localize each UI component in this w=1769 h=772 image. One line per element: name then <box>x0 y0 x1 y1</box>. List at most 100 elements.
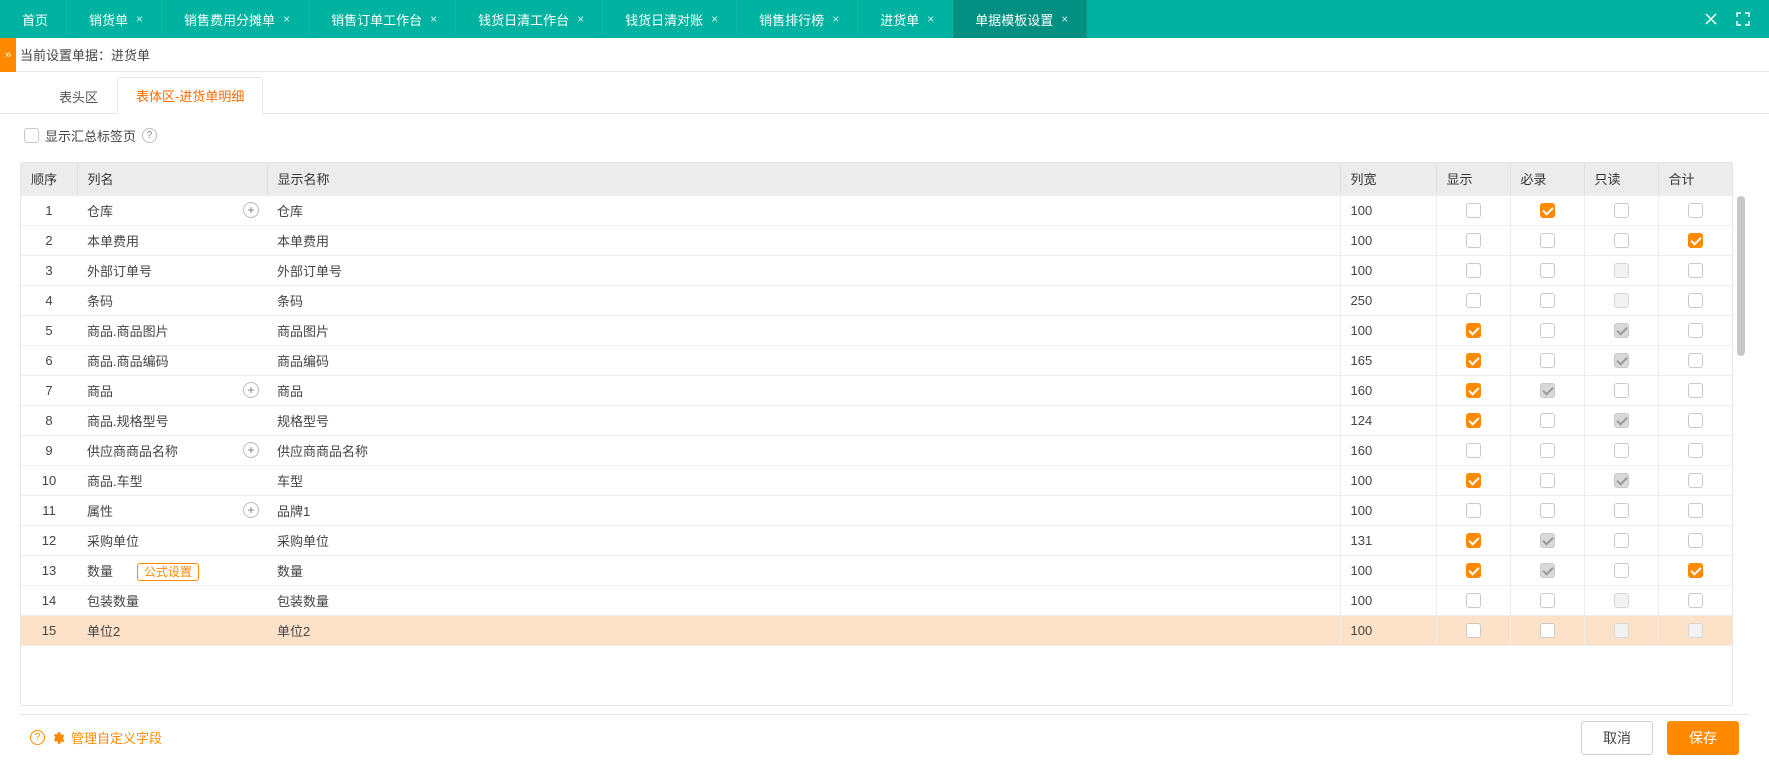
table-row[interactable]: 10商品.车型车型100 <box>21 465 1732 495</box>
checkbox[interactable] <box>1540 443 1555 458</box>
checkbox[interactable] <box>1466 473 1481 488</box>
cell-width[interactable]: 160 <box>1340 435 1436 465</box>
cell-display[interactable]: 商品编码 <box>267 345 1340 375</box>
table-row[interactable]: 7商品+商品160 <box>21 375 1732 405</box>
checkbox[interactable] <box>1466 563 1481 578</box>
table-row[interactable]: 14包装数量包装数量100 <box>21 585 1732 615</box>
help-icon[interactable]: ? <box>142 128 157 143</box>
top-tab-5[interactable]: 钱货日清对账× <box>603 0 737 38</box>
checkbox[interactable] <box>1688 443 1703 458</box>
table-row[interactable]: 3外部订单号外部订单号100 <box>21 255 1732 285</box>
close-all-icon[interactable] <box>1695 0 1727 38</box>
checkbox[interactable] <box>1466 353 1481 368</box>
cell-width[interactable]: 100 <box>1340 195 1436 225</box>
top-tab-4[interactable]: 钱货日清工作台× <box>456 0 603 38</box>
cell-width[interactable]: 250 <box>1340 285 1436 315</box>
checkbox[interactable] <box>1466 203 1481 218</box>
sub-tab-0[interactable]: 表头区 <box>40 78 117 114</box>
top-tab-6[interactable]: 销售排行榜× <box>737 0 858 38</box>
add-icon[interactable]: + <box>243 502 259 518</box>
table-row[interactable]: 2本单费用本单费用100 <box>21 225 1732 255</box>
close-icon[interactable]: × <box>927 12 934 26</box>
checkbox[interactable] <box>1688 263 1703 278</box>
checkbox[interactable] <box>1466 503 1481 518</box>
checkbox[interactable] <box>1688 203 1703 218</box>
checkbox[interactable] <box>1614 233 1629 248</box>
close-icon[interactable]: × <box>283 12 290 26</box>
checkbox[interactable] <box>1466 413 1481 428</box>
table-row[interactable]: 4条码条码250 <box>21 285 1732 315</box>
add-icon[interactable]: + <box>243 382 259 398</box>
cell-width[interactable]: 100 <box>1340 255 1436 285</box>
formula-button[interactable]: 公式设置 <box>137 563 199 581</box>
footer-help-icon[interactable]: ? <box>30 730 45 745</box>
cell-display[interactable]: 供应商商品名称 <box>267 435 1340 465</box>
table-row[interactable]: 6商品.商品编码商品编码165 <box>21 345 1732 375</box>
cell-width[interactable]: 100 <box>1340 225 1436 255</box>
checkbox[interactable] <box>1614 443 1629 458</box>
table-row[interactable]: 1仓库+仓库100 <box>21 195 1732 225</box>
cell-width[interactable]: 165 <box>1340 345 1436 375</box>
checkbox[interactable] <box>1466 533 1481 548</box>
checkbox[interactable] <box>1688 233 1703 248</box>
table-row[interactable]: 15单位2单位2100 <box>21 615 1732 645</box>
cell-width[interactable]: 100 <box>1340 555 1436 585</box>
checkbox[interactable] <box>1540 203 1555 218</box>
table-row[interactable]: 12采购单位采购单位131 <box>21 525 1732 555</box>
checkbox[interactable] <box>1688 413 1703 428</box>
table-row[interactable]: 11属性+品牌1100 <box>21 495 1732 525</box>
checkbox[interactable] <box>1688 503 1703 518</box>
checkbox[interactable] <box>1540 623 1555 638</box>
checkbox[interactable] <box>1466 263 1481 278</box>
checkbox[interactable] <box>1614 563 1629 578</box>
checkbox[interactable] <box>1466 623 1481 638</box>
checkbox[interactable] <box>1614 533 1629 548</box>
cell-display[interactable]: 规格型号 <box>267 405 1340 435</box>
top-tab-2[interactable]: 销售费用分摊单× <box>162 0 309 38</box>
top-tab-1[interactable]: 销货单× <box>67 0 162 38</box>
close-icon[interactable]: × <box>430 12 437 26</box>
close-icon[interactable]: × <box>832 12 839 26</box>
cancel-button[interactable]: 取消 <box>1581 721 1653 755</box>
close-icon[interactable]: × <box>136 12 143 26</box>
breadcrumb-toggle[interactable]: » <box>0 38 16 72</box>
top-tab-3[interactable]: 销售订单工作台× <box>309 0 456 38</box>
add-icon[interactable]: + <box>243 202 259 218</box>
checkbox[interactable] <box>1540 293 1555 308</box>
checkbox[interactable] <box>1540 323 1555 338</box>
table-row[interactable]: 9供应商商品名称+供应商商品名称160 <box>21 435 1732 465</box>
checkbox[interactable] <box>1614 203 1629 218</box>
checkbox[interactable] <box>1614 503 1629 518</box>
checkbox[interactable] <box>1688 593 1703 608</box>
top-tab-8[interactable]: 单据模板设置× <box>953 0 1087 38</box>
checkbox[interactable] <box>1688 563 1703 578</box>
cell-display[interactable]: 本单费用 <box>267 225 1340 255</box>
cell-display[interactable]: 采购单位 <box>267 525 1340 555</box>
top-tab-7[interactable]: 进货单× <box>858 0 953 38</box>
cell-width[interactable]: 100 <box>1340 465 1436 495</box>
checkbox[interactable] <box>1688 293 1703 308</box>
cell-display[interactable]: 仓库 <box>267 195 1340 225</box>
checkbox[interactable] <box>1540 473 1555 488</box>
fullscreen-icon[interactable] <box>1727 0 1759 38</box>
cell-width[interactable]: 100 <box>1340 585 1436 615</box>
cell-display[interactable]: 品牌1 <box>267 495 1340 525</box>
top-tab-0[interactable]: 首页 <box>0 0 67 38</box>
checkbox[interactable] <box>1688 473 1703 488</box>
checkbox[interactable] <box>1688 353 1703 368</box>
manage-custom-fields-link[interactable]: 管理自定义字段 <box>71 728 162 747</box>
checkbox[interactable] <box>1614 383 1629 398</box>
close-icon[interactable]: × <box>1061 12 1068 26</box>
cell-display[interactable]: 商品图片 <box>267 315 1340 345</box>
checkbox[interactable] <box>1540 233 1555 248</box>
scrollbar-thumb[interactable] <box>1737 196 1745 356</box>
save-button[interactable]: 保存 <box>1667 721 1739 755</box>
checkbox[interactable] <box>1466 323 1481 338</box>
cell-display[interactable]: 单位2 <box>267 615 1340 645</box>
checkbox[interactable] <box>1466 233 1481 248</box>
cell-display[interactable]: 车型 <box>267 465 1340 495</box>
checkbox[interactable] <box>1540 503 1555 518</box>
cell-width[interactable]: 100 <box>1340 495 1436 525</box>
cell-display[interactable]: 商品 <box>267 375 1340 405</box>
cell-width[interactable]: 131 <box>1340 525 1436 555</box>
